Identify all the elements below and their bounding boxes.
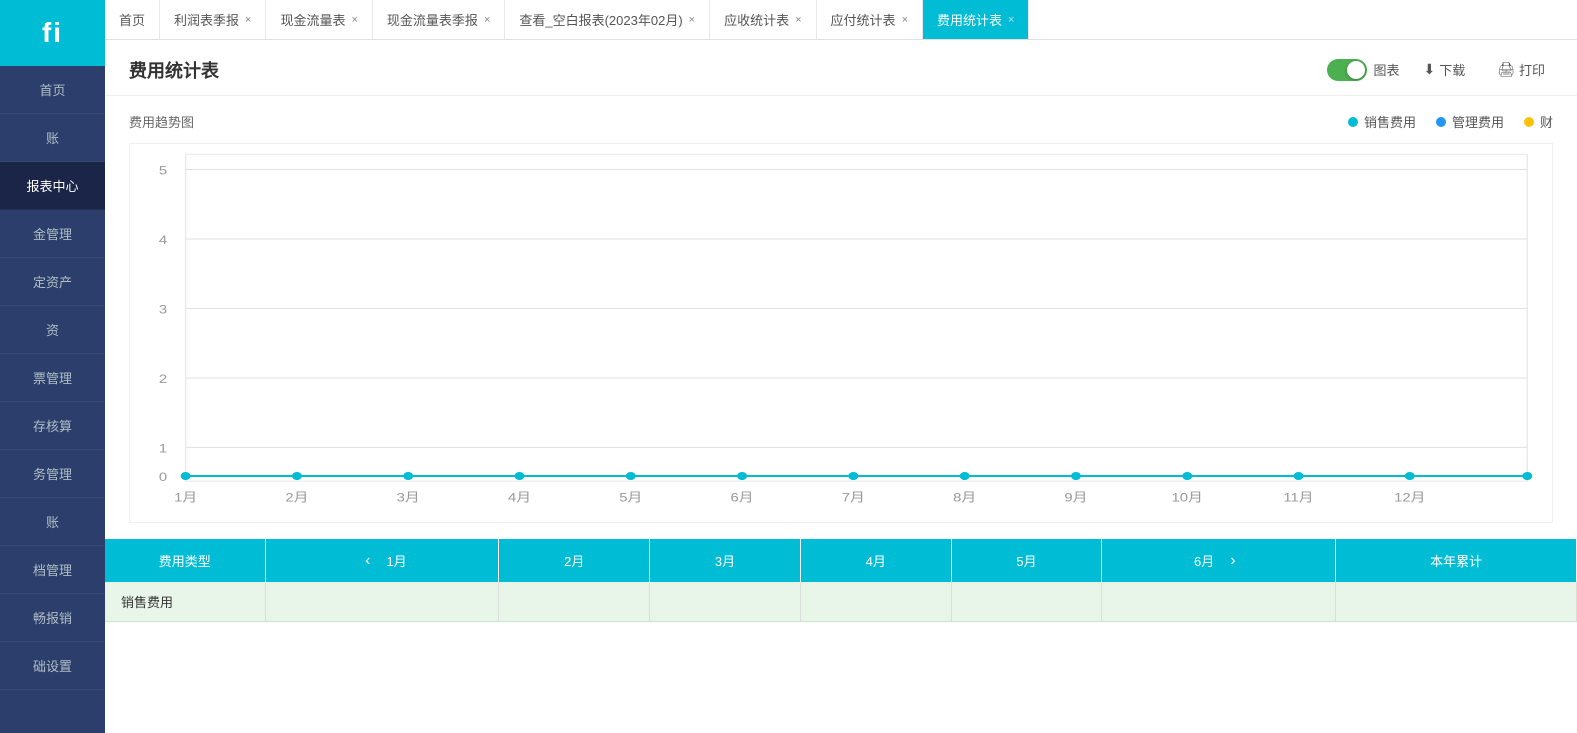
tab-close-payable[interactable]: × — [902, 14, 908, 26]
tab-blank-report[interactable]: 查看_空白报表(2023年02月) × — [505, 0, 710, 39]
sidebar-item-home[interactable]: 首页 — [0, 66, 105, 114]
th-total: 本年累计 — [1336, 539, 1577, 582]
svg-text:4月: 4月 — [508, 491, 531, 505]
tab-close-expense-stats[interactable]: × — [1008, 14, 1014, 26]
sidebar-item-services[interactable]: 务管理 — [0, 450, 105, 498]
print-button[interactable]: 🖨 打印 — [1489, 56, 1553, 83]
page-header: 费用统计表 图表 ⬇ 下载 🖨 打印 — [105, 40, 1577, 96]
main-content: 首页 利润表季报 × 现金流量表 × 现金流量表季报 × 查看_空白报表(202… — [105, 0, 1577, 733]
download-button[interactable]: ⬇ 下载 — [1415, 56, 1473, 83]
th-month-2: 2月 — [499, 539, 650, 582]
table-row: 销售费用 — [105, 582, 1577, 622]
svg-text:2月: 2月 — [285, 491, 308, 505]
td-type: 销售费用 — [105, 582, 265, 622]
tab-home[interactable]: 首页 — [105, 0, 160, 39]
sidebar-item-settings[interactable]: 础设置 — [0, 642, 105, 690]
svg-text:5月: 5月 — [619, 491, 642, 505]
td-m4 — [800, 582, 951, 622]
table-header-row: 费用类型 ‹ 1月 2月 3月 — [105, 539, 1577, 582]
download-icon: ⬇ — [1423, 61, 1435, 78]
legend-label-management: 管理费用 — [1452, 112, 1504, 131]
td-m6 — [1102, 582, 1336, 622]
tab-close-blank-report[interactable]: × — [689, 14, 695, 26]
nav-next-arrow[interactable]: › — [1222, 552, 1243, 570]
print-icon: 🖨 — [1497, 61, 1515, 78]
svg-text:10月: 10月 — [1172, 491, 1203, 505]
page-title: 费用统计表 — [129, 57, 219, 83]
svg-text:5: 5 — [159, 164, 167, 178]
svg-text:0: 0 — [159, 470, 168, 484]
legend-sales: 销售费用 — [1348, 112, 1416, 131]
legend-management: 管理费用 — [1436, 112, 1504, 131]
tab-close-cashflow[interactable]: × — [351, 14, 357, 26]
sidebar-logo: fi — [0, 0, 105, 66]
tab-receivable[interactable]: 应收统计表 × — [710, 0, 816, 39]
sidebar: fi 首页 账 报表中心 金管理 定资产 资 票管理 存核算 务管理 账 档管理… — [0, 0, 105, 733]
th-type: 费用类型 — [105, 539, 265, 582]
svg-text:2: 2 — [159, 372, 167, 386]
chart-legend: 销售费用 管理费用 财 — [1348, 112, 1553, 131]
chart-header: 费用趋势图 销售费用 管理费用 财 — [129, 112, 1553, 131]
chart-title: 费用趋势图 — [129, 112, 194, 131]
td-m2 — [499, 582, 650, 622]
sidebar-item-inventory[interactable]: 存核算 — [0, 402, 105, 450]
svg-text:3月: 3月 — [397, 491, 420, 505]
chart-svg: 5 4 3 2 1 0 — [130, 144, 1552, 522]
header-actions: 图表 ⬇ 下载 🖨 打印 — [1327, 56, 1553, 83]
svg-text:1月: 1月 — [174, 491, 197, 505]
svg-text:6月: 6月 — [731, 491, 754, 505]
td-m5 — [951, 582, 1102, 622]
sidebar-item-expense[interactable]: 畅报销 — [0, 594, 105, 642]
legend-label-finance: 财 — [1540, 112, 1553, 131]
tab-cashflow-quarterly[interactable]: 现金流量表季报 × — [373, 0, 505, 39]
chart-toggle[interactable]: 图表 — [1327, 59, 1399, 81]
sidebar-item-archive[interactable]: 档管理 — [0, 546, 105, 594]
svg-text:4: 4 — [159, 233, 168, 247]
td-m1 — [265, 582, 499, 622]
svg-text:12月: 12月 — [1394, 491, 1425, 505]
legend-finance: 财 — [1524, 112, 1553, 131]
tab-cashflow[interactable]: 现金流量表 × — [266, 0, 372, 39]
chart-container: 5 4 3 2 1 0 — [129, 143, 1553, 523]
tab-profit-quarterly[interactable]: 利润表季报 × — [160, 0, 266, 39]
legend-dot-finance — [1524, 117, 1534, 127]
table-section: 费用类型 ‹ 1月 2月 3月 — [105, 539, 1577, 622]
chart-section: 费用趋势图 销售费用 管理费用 财 — [105, 96, 1577, 539]
td-m3 — [650, 582, 801, 622]
sidebar-item-reports[interactable]: 报表中心 — [0, 162, 105, 210]
sidebar-item-account[interactable]: 账 — [0, 114, 105, 162]
toggle-thumb — [1347, 61, 1365, 79]
th-month-5: 5月 — [951, 539, 1102, 582]
legend-label-sales: 销售费用 — [1364, 112, 1416, 131]
tab-close-cashflow-quarterly[interactable]: × — [484, 14, 490, 26]
th-month-4: 4月 — [800, 539, 951, 582]
sidebar-item-tickets[interactable]: 票管理 — [0, 354, 105, 402]
th-nav-left[interactable]: ‹ 1月 — [265, 539, 499, 582]
sidebar-item-ledger[interactable]: 账 — [0, 498, 105, 546]
svg-text:9月: 9月 — [1064, 491, 1087, 505]
svg-text:1: 1 — [159, 442, 167, 456]
page-content: 费用统计表 图表 ⬇ 下载 🖨 打印 — [105, 40, 1577, 733]
tab-close-profit-quarterly[interactable]: × — [245, 14, 251, 26]
td-total — [1336, 582, 1577, 622]
th-month-6[interactable]: 6月 › — [1102, 539, 1336, 582]
sidebar-item-finance[interactable]: 金管理 — [0, 210, 105, 258]
tab-bar: 首页 利润表季报 × 现金流量表 × 现金流量表季报 × 查看_空白报表(202… — [105, 0, 1577, 40]
svg-text:8月: 8月 — [953, 491, 976, 505]
chart-toggle-label: 图表 — [1373, 60, 1399, 79]
svg-text:3: 3 — [159, 303, 167, 317]
nav-prev-arrow[interactable]: ‹ — [357, 552, 378, 570]
tab-close-receivable[interactable]: × — [795, 14, 801, 26]
legend-dot-sales — [1348, 117, 1358, 127]
sidebar-item-assets[interactable]: 定资产 — [0, 258, 105, 306]
sidebar-item-capital[interactable]: 资 — [0, 306, 105, 354]
th-month-3: 3月 — [650, 539, 801, 582]
svg-text:7月: 7月 — [842, 491, 865, 505]
svg-text:11月: 11月 — [1283, 491, 1313, 505]
toggle-track[interactable] — [1327, 59, 1367, 81]
data-table: 费用类型 ‹ 1月 2月 3月 — [105, 539, 1577, 622]
tab-payable[interactable]: 应付统计表 × — [817, 0, 923, 39]
tab-expense-stats[interactable]: 费用统计表 × — [923, 0, 1029, 39]
legend-dot-management — [1436, 117, 1446, 127]
